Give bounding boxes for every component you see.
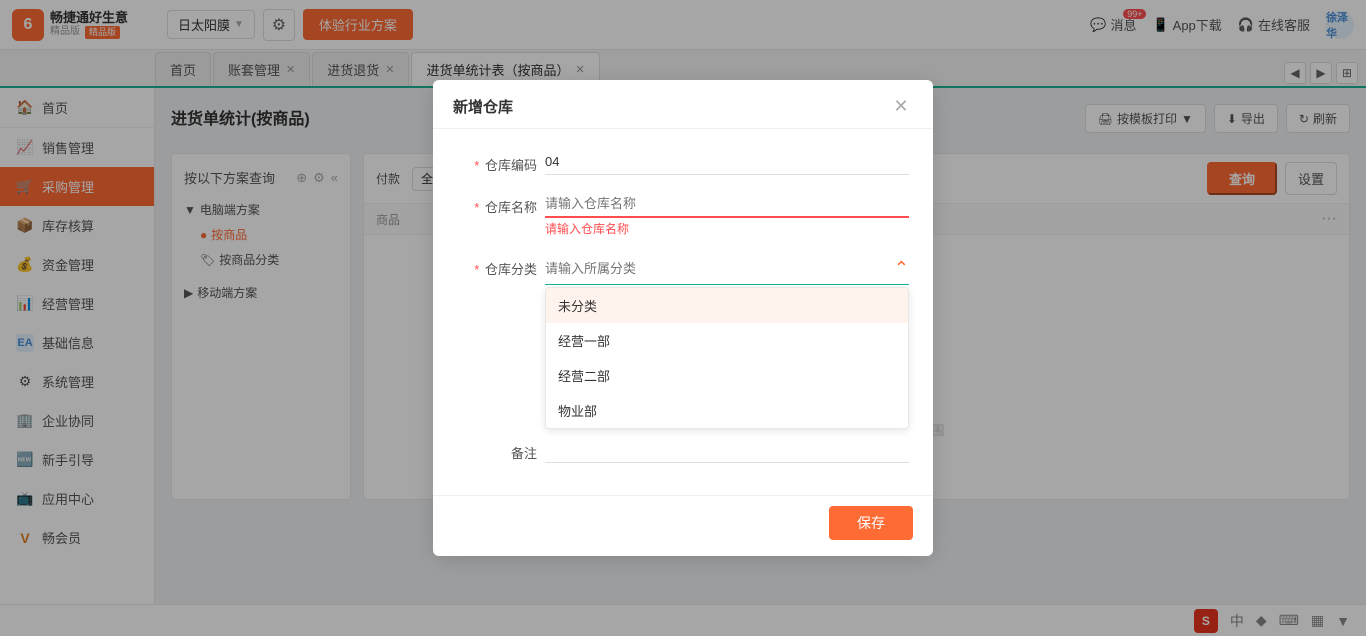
dropdown-item-dept3[interactable]: 物业部 xyxy=(546,393,908,428)
modal-new-warehouse: 新增仓库 ✕ * 仓库编码 * 仓库名称 请输入仓库名称 xyxy=(433,80,933,556)
code-label: * 仓库编码 xyxy=(457,149,537,174)
modal-footer: 保存 xyxy=(433,495,933,556)
dropdown-item-dept1[interactable]: 经营一部 xyxy=(546,323,908,358)
dropdown-dept2-label: 经营二部 xyxy=(558,369,610,384)
classify-input[interactable] xyxy=(545,261,894,276)
modal-close-button[interactable]: ✕ xyxy=(889,94,913,118)
classify-required-star: * xyxy=(474,262,479,277)
dropdown-dept1-label: 经营一部 xyxy=(558,334,610,349)
code-required-star: * xyxy=(474,158,479,173)
dropdown-item-dept2[interactable]: 经营二部 xyxy=(546,358,908,393)
classify-arrow-icon[interactable]: ⌃ xyxy=(894,258,909,279)
note-input[interactable] xyxy=(545,437,909,463)
classify-input-row: ⌃ xyxy=(545,253,909,285)
form-row-classify: * 仓库分类 ⌃ 未分类 经营一部 xyxy=(457,253,909,429)
form-row-name: * 仓库名称 请输入仓库名称 xyxy=(457,191,909,237)
classify-wrapper: ⌃ 未分类 经营一部 经营二部 物业部 xyxy=(545,253,909,429)
form-row-note: 备注 xyxy=(457,437,909,463)
name-error-msg: 请输入仓库名称 xyxy=(545,220,909,237)
dropdown-dept3-label: 物业部 xyxy=(558,404,597,419)
classify-dropdown: 未分类 经营一部 经营二部 物业部 xyxy=(545,287,909,429)
modal-body: * 仓库编码 * 仓库名称 请输入仓库名称 * xyxy=(433,129,933,495)
classify-label: * 仓库分类 xyxy=(457,253,537,278)
form-row-code: * 仓库编码 xyxy=(457,149,909,175)
name-required-star: * xyxy=(474,200,479,215)
name-input-wrapper: 请输入仓库名称 xyxy=(545,191,909,237)
save-button[interactable]: 保存 xyxy=(829,506,913,540)
modal-header: 新增仓库 ✕ xyxy=(433,80,933,129)
dropdown-item-unclassified[interactable]: 未分类 xyxy=(546,288,908,323)
note-label: 备注 xyxy=(457,437,537,462)
modal-title: 新增仓库 xyxy=(453,96,513,117)
name-input[interactable] xyxy=(545,191,909,218)
name-label: * 仓库名称 xyxy=(457,191,537,216)
modal-overlay[interactable]: 新增仓库 ✕ * 仓库编码 * 仓库名称 请输入仓库名称 xyxy=(0,0,1366,636)
dropdown-unclassified-label: 未分类 xyxy=(558,299,597,314)
code-input[interactable] xyxy=(545,149,909,175)
